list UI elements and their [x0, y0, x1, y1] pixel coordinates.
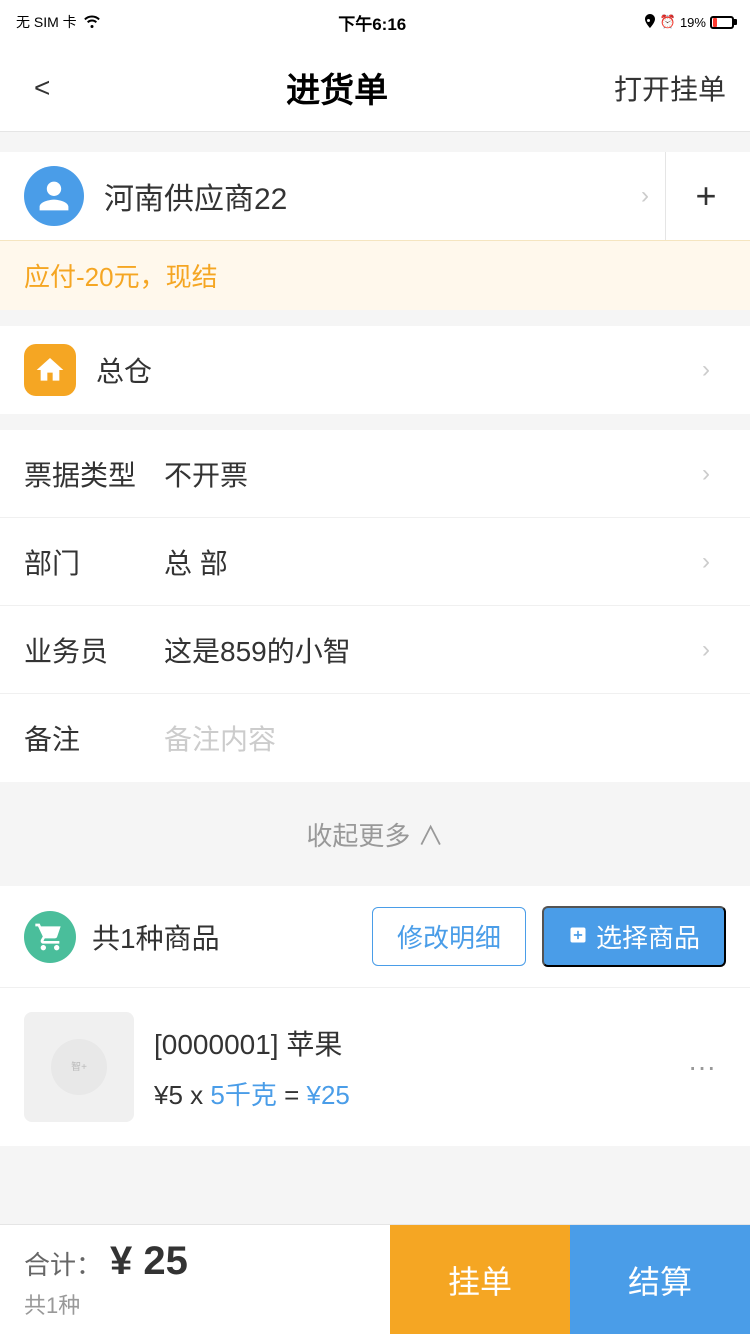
- battery-icon: [710, 16, 734, 29]
- invoice-chevron-icon: ›: [702, 460, 710, 488]
- total-amount: ¥ 25: [110, 1239, 188, 1284]
- remark-label: 备注: [24, 718, 144, 758]
- product-title: 苹果: [286, 1029, 342, 1060]
- open-hold-button[interactable]: 打开挂单: [614, 68, 726, 108]
- status-bar: 无 SIM 卡 下午6:16 ⏰ 19%: [0, 0, 750, 44]
- dept-row[interactable]: 部门 总 部 ›: [0, 518, 750, 606]
- products-header: 共1种商品 修改明细 选择商品: [0, 886, 750, 988]
- agent-chevron-icon: ›: [702, 636, 710, 664]
- total-area: 合计： ¥ 25 共1种: [0, 1239, 390, 1320]
- warehouse-name: 总仓: [96, 350, 686, 390]
- dept-label: 部门: [24, 542, 144, 582]
- remark-row[interactable]: 备注 备注内容: [0, 694, 750, 782]
- invoice-row[interactable]: 票据类型 不开票 ›: [0, 430, 750, 518]
- back-button[interactable]: <: [24, 62, 60, 114]
- warehouse-chevron-icon: ›: [702, 356, 710, 384]
- select-product-icon: [568, 921, 588, 952]
- product-price: ¥5 x 5千克 = ¥25: [154, 1075, 678, 1112]
- svg-text:智+: 智+: [71, 1060, 87, 1073]
- product-thumbnail: 智+: [24, 1012, 134, 1122]
- total-count: 共1种: [24, 1288, 366, 1320]
- alarm-icon: ⏰: [660, 14, 676, 30]
- wifi-icon: [83, 14, 101, 31]
- form-section: 票据类型 不开票 › 部门 总 部 › 业务员 这是859的小智 › 备注 备注…: [0, 430, 750, 782]
- invoice-label: 票据类型: [24, 454, 144, 494]
- supplier-avatar: [24, 166, 84, 226]
- dept-value: 总 部: [164, 542, 686, 582]
- supplier-section: 河南供应商22 › +: [0, 152, 750, 240]
- page-title: 进货单: [286, 63, 388, 112]
- location-icon: [644, 14, 656, 31]
- product-unit-price: ¥5: [154, 1080, 183, 1110]
- products-icon: [24, 911, 76, 963]
- hold-button[interactable]: 挂单: [390, 1225, 570, 1334]
- dept-chevron-icon: ›: [702, 548, 710, 576]
- product-code: [0000001]: [154, 1029, 279, 1060]
- select-product-label: 选择商品: [596, 918, 700, 955]
- bottom-bar: 合计： ¥ 25 共1种 挂单 结算: [0, 1224, 750, 1334]
- checkout-button[interactable]: 结算: [570, 1225, 750, 1334]
- remark-placeholder: 备注内容: [164, 718, 726, 758]
- product-qty: 5千克: [210, 1080, 276, 1110]
- warehouse-row[interactable]: 总仓 ›: [0, 326, 750, 414]
- add-supplier-button[interactable]: +: [666, 175, 726, 217]
- nav-bar: < 进货单 打开挂单: [0, 44, 750, 132]
- supplier-name: 河南供应商22: [104, 174, 625, 218]
- products-count: 共1种商品: [92, 917, 372, 957]
- agent-row[interactable]: 业务员 这是859的小智 ›: [0, 606, 750, 694]
- supplier-notice: 应付-20元，现结: [0, 240, 750, 310]
- product-more-button[interactable]: ···: [678, 1041, 726, 1093]
- agent-label: 业务员: [24, 630, 144, 670]
- invoice-value: 不开票: [164, 454, 686, 494]
- supplier-row[interactable]: 河南供应商22 ›: [24, 152, 666, 240]
- total-label: 合计：: [24, 1245, 102, 1282]
- status-time: 下午6:16: [338, 10, 406, 35]
- edit-detail-button[interactable]: 修改明细: [372, 907, 526, 966]
- collapse-button[interactable]: 收起更多 ∧: [0, 798, 750, 870]
- product-name: [0000001] 苹果: [154, 1023, 678, 1063]
- products-section: 共1种商品 修改明细 选择商品 智+ [0000001]: [0, 886, 750, 1146]
- status-carrier: 无 SIM 卡: [16, 12, 101, 32]
- select-product-button[interactable]: 选择商品: [542, 906, 726, 967]
- battery-percent: 19%: [680, 15, 706, 30]
- product-total: ¥25: [307, 1080, 350, 1110]
- product-item: 智+ [0000001] 苹果 ¥5 x 5千克 = ¥25 ···: [0, 988, 750, 1146]
- supplier-chevron-icon: ›: [641, 182, 649, 210]
- status-icons: ⏰ 19%: [644, 14, 734, 31]
- product-info: [0000001] 苹果 ¥5 x 5千克 = ¥25: [154, 1023, 678, 1112]
- warehouse-section: 总仓 ›: [0, 326, 750, 414]
- agent-value: 这是859的小智: [164, 630, 686, 670]
- warehouse-icon: [24, 344, 76, 396]
